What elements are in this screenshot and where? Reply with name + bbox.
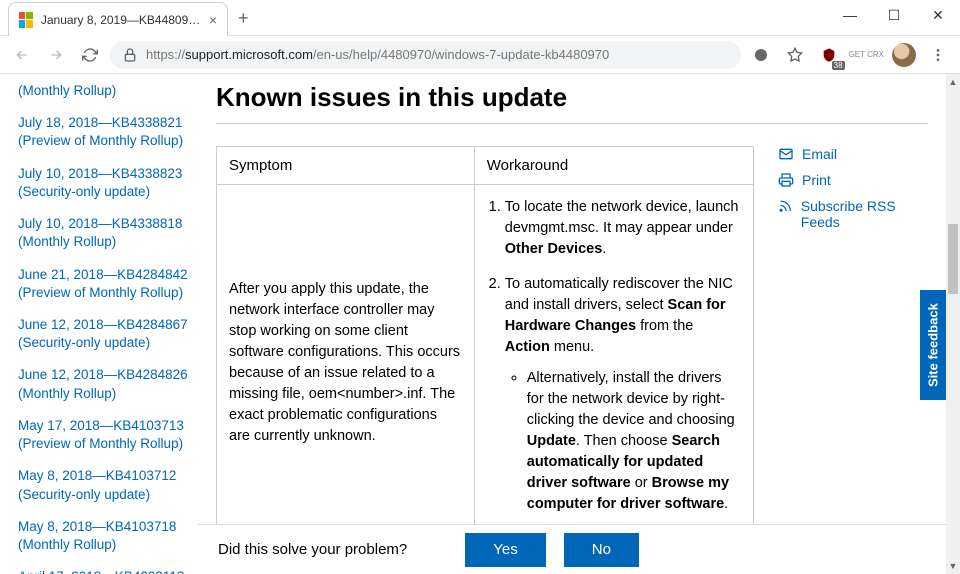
menu-icon[interactable] (924, 41, 952, 69)
window-maximize-button[interactable]: ☐ (872, 0, 916, 30)
browser-tab[interactable]: January 8, 2019—KB4480970 (Mo × (8, 2, 228, 36)
print-link[interactable]: Print (778, 172, 928, 188)
sidebar-link[interactable]: July 10, 2018—KB4338823 (Security-only u… (18, 165, 188, 201)
get-crx-icon[interactable]: GET CRX (849, 41, 884, 69)
browser-toolbar: https://support.microsoft.com/en-us/help… (0, 36, 960, 74)
sidebar-link[interactable]: May 17, 2018—KB4103713 (Preview of Month… (18, 417, 188, 453)
extension-icon-1[interactable] (747, 41, 775, 69)
back-button[interactable] (8, 41, 36, 69)
forward-button[interactable] (42, 41, 70, 69)
sidebar-link[interactable]: May 8, 2018—KB4103718 (Monthly Rollup) (18, 518, 188, 554)
sidebar-link[interactable]: May 8, 2018—KB4103712 (Security-only upd… (18, 467, 188, 503)
new-tab-button[interactable]: + (238, 8, 249, 29)
close-tab-icon[interactable]: × (209, 12, 217, 28)
workaround-step-1: To locate the network device, launch dev… (505, 197, 741, 260)
sidebar-link[interactable]: July 18, 2018—KB4338821 (Preview of Mont… (18, 114, 188, 150)
bookmark-star-icon[interactable] (781, 41, 809, 69)
email-link[interactable]: Email (778, 146, 928, 162)
scroll-down-arrow[interactable]: ▼ (946, 558, 960, 574)
scroll-up-arrow[interactable]: ▲ (946, 74, 960, 90)
sidebar-link[interactable]: June 12, 2018—KB4284826 (Monthly Rollup) (18, 366, 188, 402)
workaround-substep: Alternatively, install the drivers for t… (527, 368, 741, 515)
ublock-icon[interactable] (815, 41, 843, 69)
survey-question: Did this solve your problem? (218, 541, 407, 558)
url-text: https://support.microsoft.com/en-us/help… (146, 47, 609, 62)
profile-avatar[interactable] (890, 41, 918, 69)
site-feedback-button[interactable]: Site feedback (920, 290, 946, 400)
sidebar-link[interactable]: April 17, 2018—KB4093113 (Preview of Mon… (18, 568, 188, 574)
window-titlebar: January 8, 2019—KB4480970 (Mo × + ― ☐ ✕ (0, 0, 960, 36)
table-header-workaround: Workaround (474, 147, 753, 185)
page-heading: Known issues in this update (216, 82, 928, 124)
sidebar-link[interactable]: June 21, 2018—KB4284842 (Preview of Mont… (18, 266, 188, 302)
sidebar-link[interactable]: July 10, 2018—KB4338818 (Monthly Rollup) (18, 215, 188, 251)
sidebar-link[interactable]: (Monthly Rollup) (18, 82, 188, 100)
workaround-step-2: To automatically rediscover the NIC and … (505, 274, 741, 515)
window-close-button[interactable]: ✕ (916, 0, 960, 30)
symptom-cell: After you apply this update, the network… (217, 185, 475, 542)
tab-title: January 8, 2019—KB4480970 (Mo (41, 13, 201, 27)
reload-button[interactable] (76, 41, 104, 69)
survey-bar: Did this solve your problem? Yes No (198, 524, 946, 574)
window-minimize-button[interactable]: ― (828, 0, 872, 30)
sidebar-link[interactable]: June 12, 2018—KB4284867 (Security-only u… (18, 316, 188, 352)
survey-no-button[interactable]: No (564, 533, 639, 567)
microsoft-favicon (19, 12, 33, 28)
workaround-cell: To locate the network device, launch dev… (474, 185, 753, 542)
sidebar-nav: (Monthly Rollup) July 18, 2018—KB4338821… (0, 74, 198, 574)
table-header-symptom: Symptom (217, 147, 475, 185)
address-bar[interactable]: https://support.microsoft.com/en-us/help… (110, 41, 741, 69)
main-content: Known issues in this update Symptom Work… (198, 74, 946, 574)
vertical-scrollbar[interactable]: ▲ ▼ (946, 74, 960, 574)
known-issues-table: Symptom Workaround After you apply this … (216, 146, 754, 542)
scroll-thumb[interactable] (948, 224, 958, 294)
lock-icon (122, 47, 138, 63)
action-rail: Email Print Subscribe RSS Feeds (778, 146, 928, 542)
rss-link[interactable]: Subscribe RSS Feeds (778, 198, 928, 230)
survey-yes-button[interactable]: Yes (465, 533, 545, 567)
